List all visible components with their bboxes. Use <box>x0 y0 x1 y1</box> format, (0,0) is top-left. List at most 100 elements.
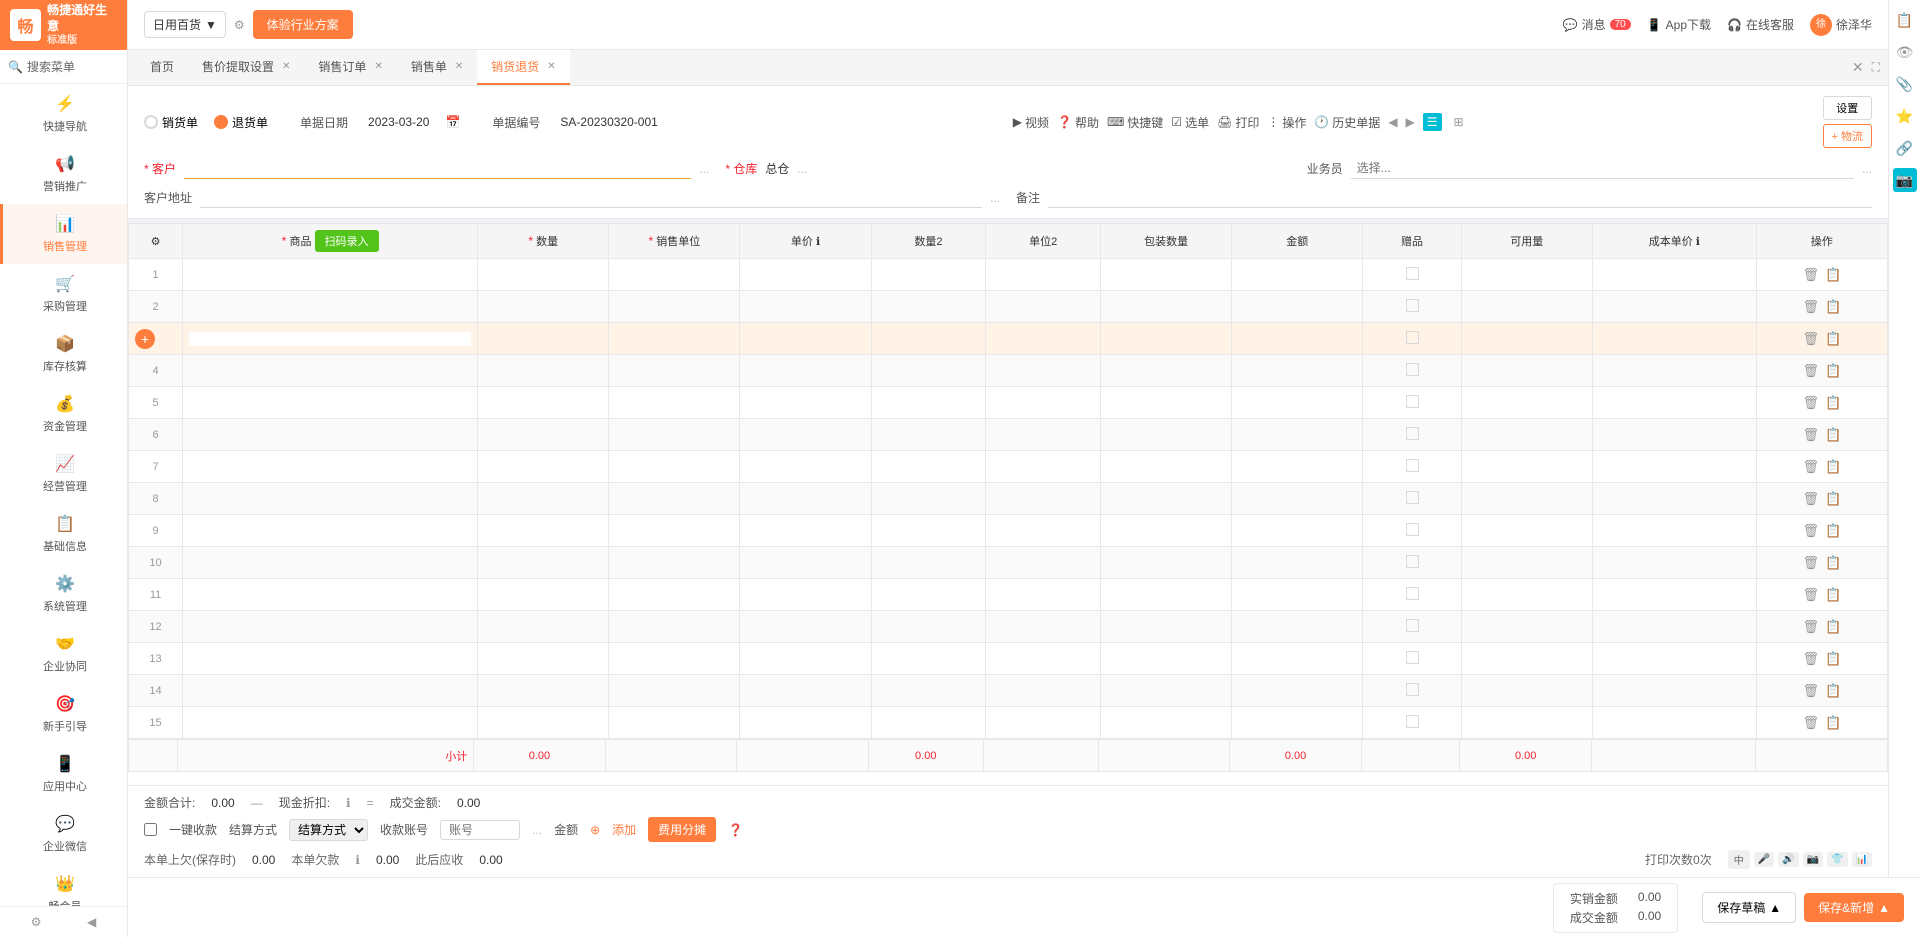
cost-price-cell[interactable] <box>1592 323 1756 355</box>
copy-row-icon[interactable]: 📋 <box>1825 331 1841 347</box>
right-panel-btn-3[interactable]: 📎 <box>1893 72 1917 96</box>
product-cell[interactable] <box>183 355 478 387</box>
amount-cell[interactable] <box>1232 323 1363 355</box>
gift-checkbox[interactable] <box>1406 491 1419 504</box>
product-cell[interactable] <box>183 547 478 579</box>
dots-icon[interactable]: ... <box>532 823 542 837</box>
pack-qty-cell[interactable] <box>1101 547 1232 579</box>
qty2-cell[interactable] <box>871 707 986 739</box>
unit-price-cell[interactable] <box>740 515 871 547</box>
gift-checkbox[interactable] <box>1406 715 1419 728</box>
experience-button[interactable]: 体验行业方案 <box>253 10 353 39</box>
gift-cell[interactable] <box>1363 291 1461 323</box>
message-item[interactable]: 💬 消息 70 <box>1563 16 1631 33</box>
available-cell[interactable] <box>1461 451 1592 483</box>
cost-price-cell[interactable] <box>1592 579 1756 611</box>
product-cell[interactable] <box>183 611 478 643</box>
gift-checkbox[interactable] <box>1406 299 1419 312</box>
sales-unit-cell[interactable] <box>609 707 740 739</box>
amount-cell[interactable] <box>1232 387 1363 419</box>
available-cell[interactable] <box>1461 611 1592 643</box>
gift-cell[interactable] <box>1363 675 1461 707</box>
sales-unit-cell[interactable] <box>609 387 740 419</box>
unit-price-cell[interactable] <box>740 387 871 419</box>
copy-row-icon[interactable]: 📋 <box>1825 587 1841 603</box>
shortcut-btn[interactable]: ⌨ 快捷键 <box>1107 114 1163 131</box>
pack-qty-cell[interactable] <box>1101 643 1232 675</box>
delete-row-icon[interactable]: 🗑 <box>1803 523 1820 539</box>
scan-button[interactable]: 扫码录入 <box>315 230 379 252</box>
address-input[interactable] <box>200 187 982 208</box>
tab-sales-return[interactable]: 销货退货 ✕ <box>477 50 569 85</box>
nav-next-icon[interactable]: ▶ <box>1406 115 1415 129</box>
unit2-cell[interactable] <box>986 323 1101 355</box>
maximize-icon[interactable]: ⛶ <box>1872 60 1880 75</box>
product-cell[interactable] <box>183 387 478 419</box>
pack-qty-cell[interactable] <box>1101 419 1232 451</box>
tab-home[interactable]: 首页 <box>136 50 188 85</box>
gift-cell[interactable] <box>1363 483 1461 515</box>
sales-unit-cell[interactable] <box>609 483 740 515</box>
qty2-cell[interactable] <box>871 547 986 579</box>
quantity-cell[interactable] <box>478 675 609 707</box>
settings-bottom-icon[interactable]: ⚙ <box>31 915 42 929</box>
quantity-cell[interactable] <box>478 419 609 451</box>
gift-cell[interactable] <box>1363 323 1461 355</box>
quantity-cell[interactable] <box>478 387 609 419</box>
sales-unit-cell[interactable] <box>609 323 740 355</box>
quantity-cell[interactable] <box>478 611 609 643</box>
unit2-cell[interactable] <box>986 259 1101 291</box>
sidebar-item-appstore[interactable]: 📱 应用中心 <box>0 744 127 804</box>
unit-price-cell[interactable] <box>740 355 871 387</box>
add-button[interactable]: 添加 <box>612 821 636 838</box>
product-cell[interactable] <box>183 323 478 355</box>
gift-checkbox[interactable] <box>1406 459 1419 472</box>
right-panel-btn-active[interactable]: 📷 <box>1893 168 1917 192</box>
unit2-cell[interactable] <box>986 547 1101 579</box>
sales-unit-cell[interactable] <box>609 451 740 483</box>
address-dots[interactable]: ... <box>990 191 1000 205</box>
gift-cell[interactable] <box>1363 355 1461 387</box>
available-cell[interactable] <box>1461 707 1592 739</box>
pack-qty-cell[interactable] <box>1101 707 1232 739</box>
amount-cell[interactable] <box>1232 643 1363 675</box>
qty2-cell[interactable] <box>871 355 986 387</box>
sales-unit-cell[interactable] <box>609 579 740 611</box>
qty2-cell[interactable] <box>871 643 986 675</box>
delete-row-icon[interactable]: 🗑 <box>1803 619 1820 635</box>
unit2-cell[interactable] <box>986 579 1101 611</box>
tab-close-icon[interactable]: ✕ <box>547 61 555 72</box>
amount-cell[interactable] <box>1232 419 1363 451</box>
cost-price-cell[interactable] <box>1592 547 1756 579</box>
gift-cell[interactable] <box>1363 579 1461 611</box>
select-btn[interactable]: ☑ 选单 <box>1171 114 1209 131</box>
available-cell[interactable] <box>1461 291 1592 323</box>
operation-btn[interactable]: ⋮ 操作 <box>1267 114 1306 131</box>
amount-cell[interactable] <box>1232 291 1363 323</box>
qty2-cell[interactable] <box>871 387 986 419</box>
sidebar-item-search[interactable]: 🔍 搜索菜单 <box>0 50 127 84</box>
available-cell[interactable] <box>1461 355 1592 387</box>
cost-price-cell[interactable] <box>1592 643 1756 675</box>
copy-row-icon[interactable]: 📋 <box>1825 523 1841 539</box>
quantity-cell[interactable] <box>478 291 609 323</box>
delete-row-icon[interactable]: 🗑 <box>1803 395 1820 411</box>
copy-row-icon[interactable]: 📋 <box>1825 715 1841 731</box>
product-cell[interactable] <box>183 259 478 291</box>
sidebar-item-newbie[interactable]: 🎯 新手引导 <box>0 684 127 744</box>
right-panel-btn-5[interactable]: 🔗 <box>1893 136 1917 160</box>
product-cell[interactable] <box>183 643 478 675</box>
amount-cell[interactable] <box>1232 259 1363 291</box>
unit2-cell[interactable] <box>986 707 1101 739</box>
gift-checkbox[interactable] <box>1406 523 1419 536</box>
quantity-cell[interactable] <box>478 547 609 579</box>
gift-cell[interactable] <box>1363 643 1461 675</box>
copy-row-icon[interactable]: 📋 <box>1825 619 1841 635</box>
quantity-cell[interactable] <box>478 643 609 675</box>
product-cell[interactable] <box>183 707 478 739</box>
copy-row-icon[interactable]: 📋 <box>1825 395 1841 411</box>
pack-qty-cell[interactable] <box>1101 259 1232 291</box>
gift-cell[interactable] <box>1363 707 1461 739</box>
qty2-cell[interactable] <box>871 291 986 323</box>
unit-price-cell[interactable] <box>740 707 871 739</box>
